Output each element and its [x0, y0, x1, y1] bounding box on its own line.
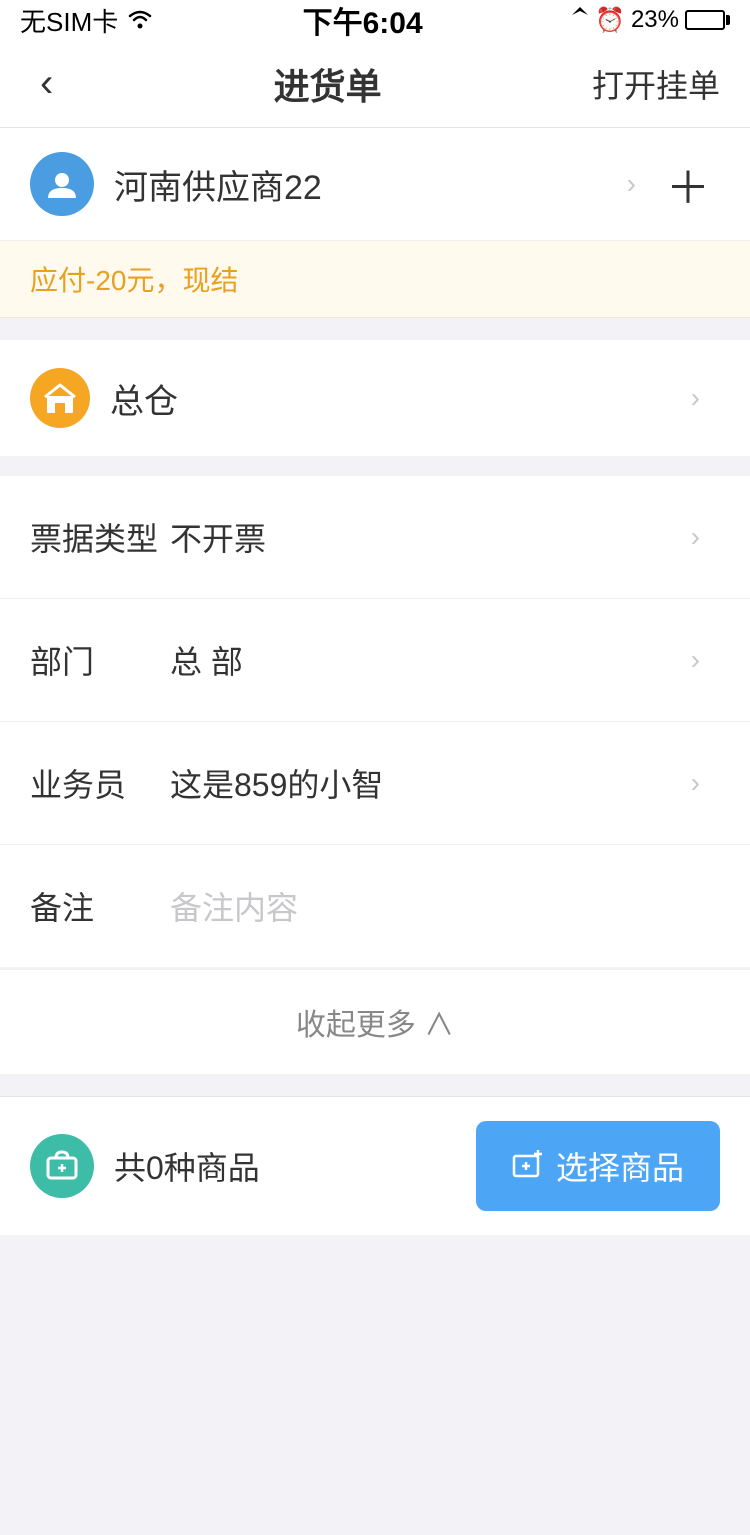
wifi-icon: [126, 5, 154, 36]
remarks-label: 备注: [30, 883, 170, 929]
invoice-type-value: 不开票: [170, 514, 691, 560]
nav-bar: ‹ 进货单 打开挂单: [0, 40, 750, 128]
invoice-type-chevron-icon: ›: [691, 521, 700, 553]
salesperson-row[interactable]: 业务员 这是859的小智 ›: [0, 722, 750, 845]
department-chevron-icon: ›: [691, 644, 700, 676]
spacer-2: [0, 456, 750, 476]
department-row[interactable]: 部门 总 部 ›: [0, 599, 750, 722]
warehouse-row[interactable]: 总仓 ›: [0, 340, 750, 456]
product-icon: [30, 1134, 94, 1198]
open-pending-button[interactable]: 打开挂单: [592, 61, 720, 107]
remarks-row[interactable]: 备注 备注内容: [0, 845, 750, 967]
warehouse-chevron-icon: ›: [691, 382, 700, 414]
spacer-3: [0, 1074, 750, 1094]
department-label: 部门: [30, 637, 170, 683]
status-bar: 无SIM卡 下午6:04 ⏰ 23%: [0, 0, 750, 40]
battery-percent: 23%: [631, 6, 679, 34]
form-section: 票据类型 不开票 › 部门 总 部 › 业务员 这是859的小智 › 备注 备注…: [0, 476, 750, 967]
notice-banner: 应付-20元，现结: [0, 241, 750, 318]
page-background: [0, 1235, 750, 1535]
invoice-type-row[interactable]: 票据类型 不开票 ›: [0, 476, 750, 599]
page-title: 进货单: [274, 58, 382, 110]
supplier-avatar: [30, 152, 94, 216]
warehouse-name: 总仓: [110, 374, 691, 423]
status-right: ⏰ 23%: [571, 6, 730, 35]
alarm-icon: ⏰: [595, 6, 625, 35]
warehouse-icon: [30, 368, 90, 428]
collapse-label: 收起更多 ∧: [296, 1009, 454, 1042]
supplier-row[interactable]: 河南供应商22 › ＋: [0, 128, 750, 241]
status-time: 下午6:04: [303, 0, 423, 42]
salesperson-label: 业务员: [30, 760, 170, 806]
status-left: 无SIM卡: [20, 2, 154, 39]
carrier-text: 无SIM卡: [20, 2, 118, 39]
select-product-label: 选择商品: [556, 1143, 684, 1189]
spacer-1: [0, 320, 750, 340]
supplier-name: 河南供应商22: [114, 160, 627, 209]
product-count-text: 共0种商品: [114, 1143, 476, 1189]
salesperson-value: 这是859的小智: [170, 760, 691, 806]
remarks-input[interactable]: 备注内容: [170, 883, 720, 929]
select-product-button[interactable]: 选择商品: [476, 1121, 720, 1211]
department-value: 总 部: [170, 637, 691, 683]
add-supplier-button[interactable]: ＋: [656, 152, 720, 216]
bottom-bar: 共0种商品 选择商品: [0, 1096, 750, 1235]
supplier-chevron-icon: ›: [627, 168, 636, 200]
notice-text: 应付-20元，现结: [30, 265, 238, 296]
battery-icon: [685, 10, 730, 30]
supplier-card: 河南供应商22 › ＋ 应付-20元，现结: [0, 128, 750, 318]
main-content: 河南供应商22 › ＋ 应付-20元，现结 总仓 › 票据类型 不开票 ›: [0, 128, 750, 1535]
invoice-type-label: 票据类型: [30, 514, 170, 560]
collapse-button[interactable]: 收起更多 ∧: [0, 969, 750, 1074]
location-icon: [571, 6, 589, 35]
salesperson-chevron-icon: ›: [691, 767, 700, 799]
back-button[interactable]: ‹: [30, 51, 63, 116]
